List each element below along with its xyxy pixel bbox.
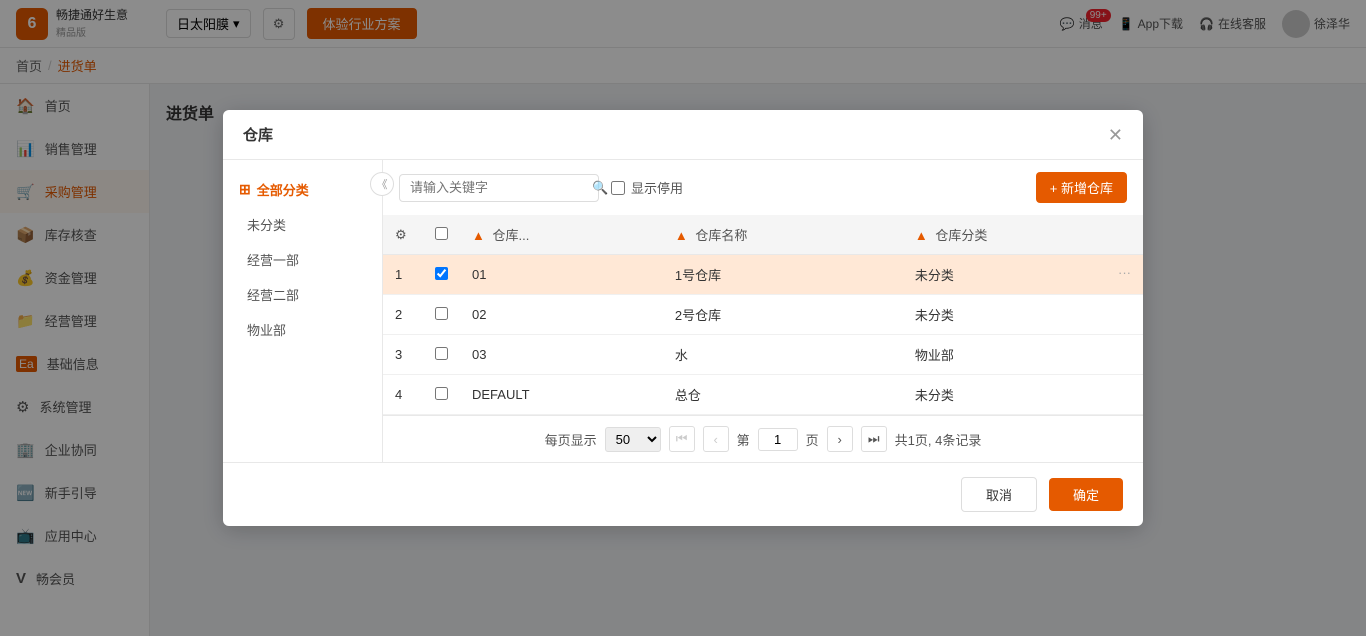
category-item-uncategorized[interactable]: 未分类 [223,207,382,242]
page-label: 第 [737,430,750,449]
table-row[interactable]: 3 03 水 物业部 [383,335,1143,375]
page-number-input[interactable] [758,428,798,451]
row-name: 2号仓库 [663,295,903,335]
pagination-bar: 每页显示 50 100 ⏮ ‹ 第 页 › ⏭ 共1页, 4条记录 [383,415,1143,462]
dialog-title: 仓库 [243,124,273,145]
show-disabled-text: 显示停用 [631,178,683,197]
th-name: ▲ 仓库名称 [663,215,903,255]
sort-icon-code: ▲ [472,228,485,243]
row-checkbox[interactable] [423,255,460,295]
th-settings: ⚙ [383,215,423,255]
page-next-button[interactable]: › [827,426,853,452]
warehouse-dialog: 仓库 ✕ ⊞ 全部分类 《 未分类 经营一部 经营二部 物业部 [223,110,1143,526]
table-row[interactable]: 4 DEFAULT 总仓 未分类 [383,375,1143,415]
grid-icon: ⊞ [239,181,251,198]
dialog-header: 仓库 ✕ [223,110,1143,160]
category-item-ops2[interactable]: 经营二部 [223,277,382,312]
show-disabled-checkbox[interactable] [611,181,625,195]
category-panel: ⊞ 全部分类 《 未分类 经营一部 经营二部 物业部 [223,160,383,462]
page-last-button[interactable]: ⏭ [861,426,887,452]
row-category: 未分类 [903,375,1143,415]
category-item-property[interactable]: 物业部 [223,312,382,347]
search-input[interactable] [410,180,586,195]
row-category: 物业部 [903,335,1143,375]
dialog-footer: 取消 确定 [223,462,1143,526]
row-index: 2 [383,295,423,335]
row-code: DEFAULT [460,375,663,415]
th-category: ▲ 仓库分类 [903,215,1143,255]
category-all-label: 全部分类 [257,180,309,199]
th-code: ▲ 仓库... [460,215,663,255]
search-box: 🔍 [399,174,599,202]
row-code: 01 [460,255,663,295]
row-category: 未分类··· [903,255,1143,295]
row-name: 水 [663,335,903,375]
dialog-close-button[interactable]: ✕ [1108,126,1123,144]
row-index: 1 [383,255,423,295]
add-warehouse-button[interactable]: + 新增仓库 [1036,172,1127,203]
table-header-row: ⚙ ▲ 仓库... ▲ [383,215,1143,255]
row-name: 1号仓库 [663,255,903,295]
table-panel: 🔍 显示停用 + 新增仓库 ⚙ [383,160,1143,462]
table-toolbar: 🔍 显示停用 + 新增仓库 [383,160,1143,215]
th-name-label: 仓库名称 [695,228,747,243]
sort-icon-category: ▲ [915,228,928,243]
dialog-body: ⊞ 全部分类 《 未分类 经营一部 经营二部 物业部 🔍 [223,160,1143,462]
row-category: 未分类 [903,295,1143,335]
row-code: 02 [460,295,663,335]
row-name: 总仓 [663,375,903,415]
row-index: 3 [383,335,423,375]
confirm-button[interactable]: 确定 [1049,478,1123,511]
settings-th-icon: ⚙ [395,227,407,242]
table-row[interactable]: 1 01 1号仓库 未分类··· [383,255,1143,295]
category-all-header[interactable]: ⊞ 全部分类 [223,172,382,207]
page-size-select[interactable]: 50 100 [605,427,661,452]
data-table: ⚙ ▲ 仓库... ▲ [383,215,1143,415]
show-disabled-label[interactable]: 显示停用 [611,178,683,197]
page-prev-button[interactable]: ‹ [703,426,729,452]
select-all-checkbox[interactable] [435,227,448,240]
row-checkbox[interactable] [423,295,460,335]
row-code: 03 [460,335,663,375]
search-icon: 🔍 [592,180,608,196]
page-suffix: 页 [806,430,819,449]
th-category-label: 仓库分类 [935,228,987,243]
row-checkbox[interactable] [423,375,460,415]
row-index: 4 [383,375,423,415]
per-page-label: 每页显示 [545,430,597,449]
cancel-button[interactable]: 取消 [961,477,1037,512]
row-more-button[interactable]: ··· [1118,265,1131,280]
collapse-button[interactable]: 《 [370,172,394,196]
modal-overlay[interactable]: 仓库 ✕ ⊞ 全部分类 《 未分类 经营一部 经营二部 物业部 [0,0,1366,636]
sort-icon-name: ▲ [675,228,688,243]
table-row[interactable]: 2 02 2号仓库 未分类 [383,295,1143,335]
warehouse-table: ⚙ ▲ 仓库... ▲ [383,215,1143,415]
total-info: 共1页, 4条记录 [895,430,982,449]
th-checkbox [423,215,460,255]
row-checkbox[interactable] [423,335,460,375]
th-code-label: 仓库... [493,228,530,243]
category-item-ops1[interactable]: 经营一部 [223,242,382,277]
page-first-button[interactable]: ⏮ [669,426,695,452]
